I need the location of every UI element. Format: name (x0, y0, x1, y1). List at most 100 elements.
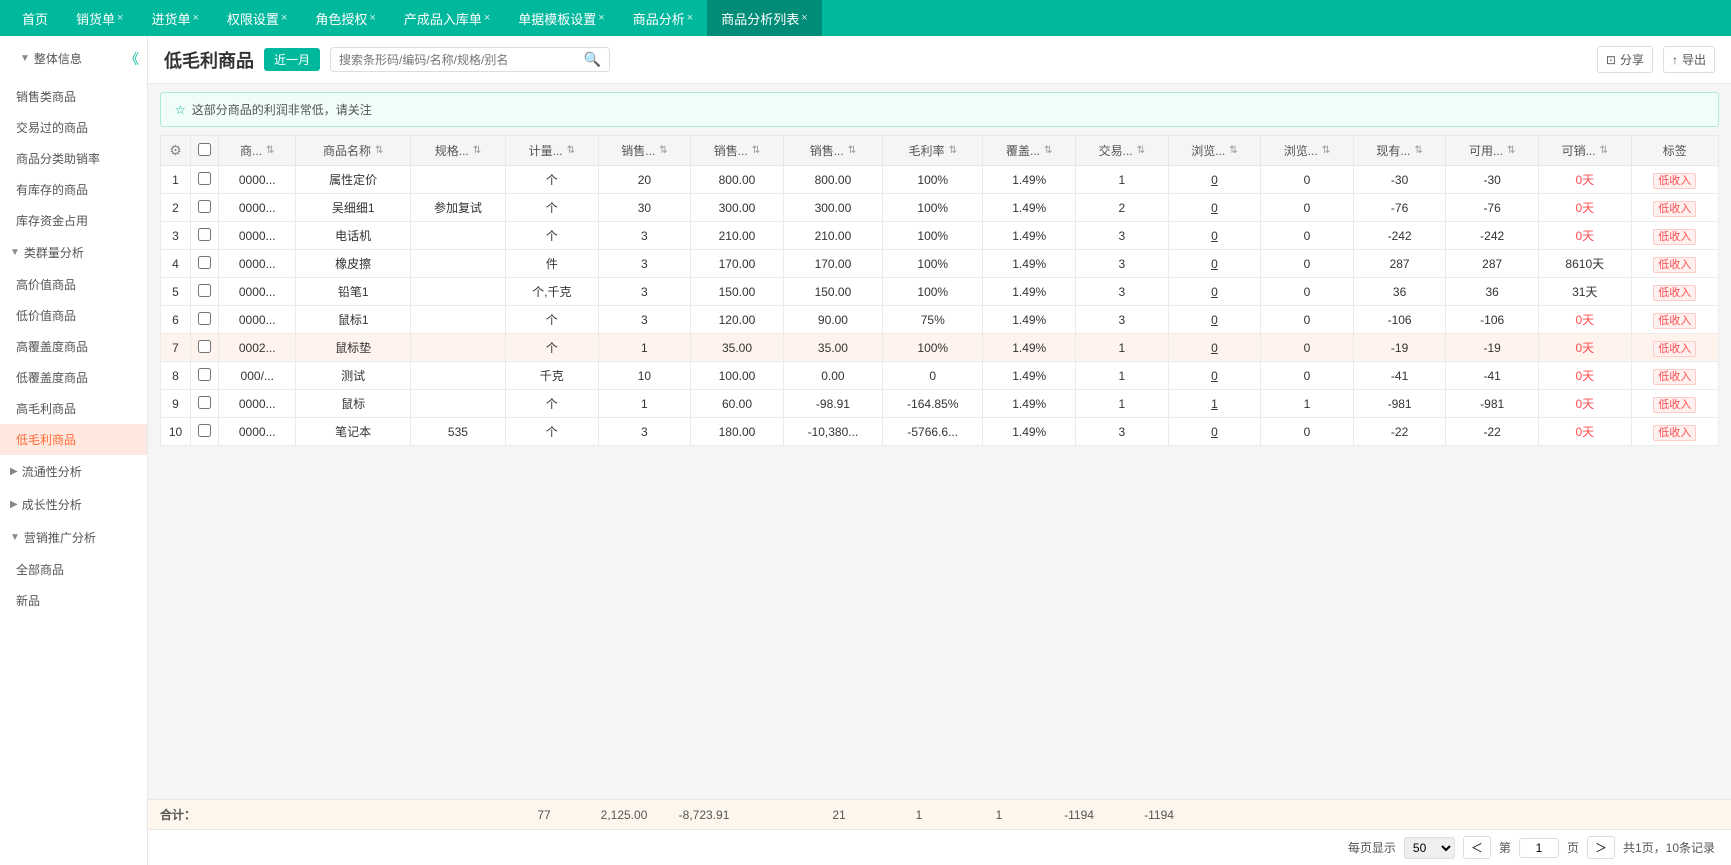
row-browse1[interactable]: 0 (1168, 250, 1261, 278)
th-checkbox[interactable] (191, 136, 219, 166)
sidebar-group-cluster[interactable]: ▼ 类群量分析 (0, 236, 147, 269)
row-browse1[interactable]: 0 (1168, 418, 1261, 446)
th-gross[interactable]: 毛利率⇅ (883, 136, 983, 166)
browse-link[interactable]: 0 (1211, 341, 1218, 355)
sidebar-item-low-coverage[interactable]: 低覆盖度商品 (0, 362, 147, 393)
select-all-checkbox[interactable] (198, 143, 211, 156)
row-select-checkbox[interactable] (198, 284, 211, 297)
th-code[interactable]: 商...⇅ (219, 136, 296, 166)
row-browse1[interactable]: 0 (1168, 306, 1261, 334)
browse-link[interactable]: 0 (1211, 285, 1218, 299)
row-checkbox[interactable] (191, 194, 219, 222)
sidebar-item-high-value[interactable]: 高价值商品 (0, 269, 147, 300)
th-sale1[interactable]: 销售...⇅ (598, 136, 691, 166)
sidebar-item-low-value[interactable]: 低价值商品 (0, 300, 147, 331)
browse-link[interactable]: 0 (1211, 425, 1218, 439)
sidebar-item-high-coverage[interactable]: 高覆盖度商品 (0, 331, 147, 362)
nav-product-analysis-list[interactable]: 商品分析列表 × (707, 0, 821, 36)
row-browse1[interactable]: 0 (1168, 334, 1261, 362)
row-select-checkbox[interactable] (198, 256, 211, 269)
row-select-checkbox[interactable] (198, 424, 211, 437)
nav-home[interactable]: 首页 (8, 0, 62, 36)
nav-close-product-analysis[interactable]: × (687, 12, 693, 24)
sidebar-item-new-goods[interactable]: 新品 (0, 585, 147, 616)
row-checkbox[interactable] (191, 362, 219, 390)
row-select-checkbox[interactable] (198, 172, 211, 185)
row-browse1[interactable]: 0 (1168, 222, 1261, 250)
search-input[interactable] (339, 53, 584, 67)
sidebar-item-sales-goods[interactable]: 销售类商品 (0, 81, 147, 112)
row-select-checkbox[interactable] (198, 228, 211, 241)
row-browse1[interactable]: 0 (1168, 362, 1261, 390)
nav-template[interactable]: 单据模板设置 × (504, 0, 618, 36)
row-checkbox[interactable] (191, 334, 219, 362)
th-tag[interactable]: 标签 (1631, 136, 1718, 166)
nav-permission[interactable]: 权限设置 × (213, 0, 301, 36)
row-select-checkbox[interactable] (198, 340, 211, 353)
browse-link[interactable]: 0 (1211, 173, 1218, 187)
th-sale2[interactable]: 销售...⇅ (691, 136, 784, 166)
th-settings[interactable]: ⚙ (161, 136, 191, 166)
row-checkbox[interactable] (191, 306, 219, 334)
settings-icon[interactable]: ⚙ (169, 142, 182, 159)
nav-close-template[interactable]: × (598, 12, 604, 24)
th-coverage[interactable]: 覆盖...⇅ (983, 136, 1076, 166)
row-select-checkbox[interactable] (198, 368, 211, 381)
th-stock1[interactable]: 现有...⇅ (1353, 136, 1446, 166)
sidebar-group-marketing[interactable]: ▼ 营销推广分析 (0, 521, 147, 554)
sidebar-group-growth[interactable]: ▶ 成长性分析 (0, 488, 147, 521)
row-select-checkbox[interactable] (198, 396, 211, 409)
sidebar-item-high-margin[interactable]: 高毛利商品 (0, 393, 147, 424)
row-checkbox[interactable] (191, 278, 219, 306)
th-browse2[interactable]: 浏览...⇅ (1261, 136, 1354, 166)
page-input[interactable] (1519, 838, 1559, 858)
row-checkbox[interactable] (191, 250, 219, 278)
prev-page-button[interactable]: ＜ (1463, 836, 1491, 859)
sidebar-group-overall[interactable]: ▼ 整体信息 (10, 42, 92, 75)
nav-product-analysis[interactable]: 商品分析 × (619, 0, 707, 36)
row-checkbox[interactable] (191, 418, 219, 446)
browse-link[interactable]: 0 (1211, 369, 1218, 383)
browse-link[interactable]: 0 (1211, 201, 1218, 215)
th-browse1[interactable]: 浏览...⇅ (1168, 136, 1261, 166)
next-page-button[interactable]: ＞ (1587, 836, 1615, 859)
sidebar-item-in-stock[interactable]: 有库存的商品 (0, 174, 147, 205)
sidebar-item-category-rate[interactable]: 商品分类助销率 (0, 143, 147, 174)
sidebar-item-traded-goods[interactable]: 交易过的商品 (0, 112, 147, 143)
search-icon[interactable]: 🔍 (584, 51, 601, 68)
nav-close-product-entry[interactable]: × (484, 12, 490, 24)
sidebar-item-low-margin[interactable]: 低毛利商品 (0, 424, 147, 455)
th-stock2[interactable]: 可用...⇅ (1446, 136, 1539, 166)
browse-link[interactable]: 1 (1211, 397, 1218, 411)
period-button[interactable]: 近一月 (264, 48, 320, 71)
nav-role[interactable]: 角色授权 × (301, 0, 389, 36)
nav-close-role[interactable]: × (369, 12, 375, 24)
data-table-container[interactable]: ⚙ 商...⇅ 商品名称⇅ 规格...⇅ (160, 135, 1719, 791)
export-button[interactable]: ↑ 导出 (1663, 46, 1715, 73)
browse-link[interactable]: 0 (1211, 257, 1218, 271)
sidebar-item-all-goods[interactable]: 全部商品 (0, 554, 147, 585)
row-checkbox[interactable] (191, 390, 219, 418)
th-trade[interactable]: 交易...⇅ (1076, 136, 1169, 166)
row-select-checkbox[interactable] (198, 200, 211, 213)
nav-purchase[interactable]: 进货单 × (137, 0, 212, 36)
row-select-checkbox[interactable] (198, 312, 211, 325)
nav-sales[interactable]: 销货单 × (62, 0, 137, 36)
sidebar-item-inventory-capital[interactable]: 库存资金占用 (0, 205, 147, 236)
share-button[interactable]: ⊡ 分享 (1597, 46, 1653, 73)
nav-close-sales[interactable]: × (117, 12, 123, 24)
row-browse1[interactable]: 0 (1168, 194, 1261, 222)
sidebar-collapse-button[interactable]: 《 (121, 49, 143, 69)
browse-link[interactable]: 0 (1211, 313, 1218, 327)
per-page-select[interactable]: 50 20 100 (1404, 837, 1455, 859)
row-browse1[interactable]: 1 (1168, 390, 1261, 418)
th-sale3[interactable]: 销售...⇅ (783, 136, 882, 166)
row-browse1[interactable]: 0 (1168, 166, 1261, 194)
row-checkbox[interactable] (191, 166, 219, 194)
sidebar-group-flow[interactable]: ▶ 流通性分析 (0, 455, 147, 488)
th-stock3[interactable]: 可销...⇅ (1538, 136, 1631, 166)
th-name[interactable]: 商品名称⇅ (296, 136, 410, 166)
browse-link[interactable]: 0 (1211, 229, 1218, 243)
nav-product-entry[interactable]: 产成品入库单 × (390, 0, 504, 36)
nav-close-permission[interactable]: × (281, 12, 287, 24)
